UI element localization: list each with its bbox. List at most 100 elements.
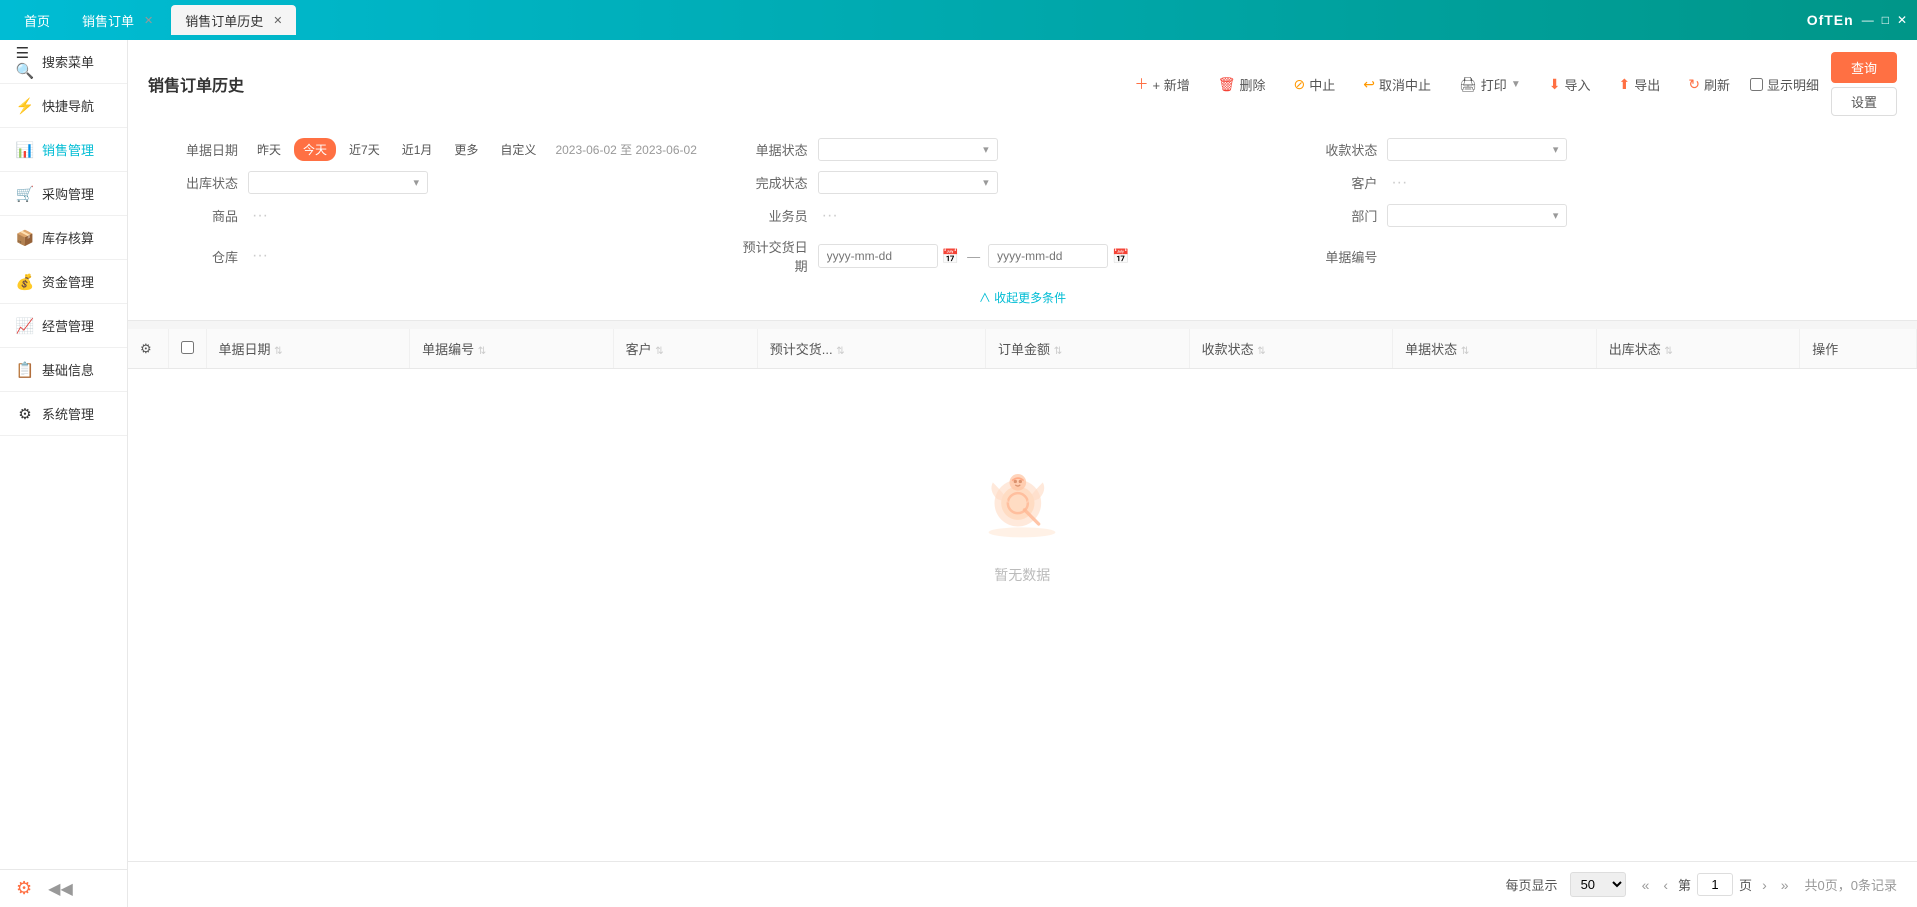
- tab-sales-order-history[interactable]: 销售订单历史 ✕: [171, 5, 296, 35]
- voucher-status-control: ▾: [818, 138, 1308, 161]
- expected-date-control: 📅 — 📅: [818, 244, 1308, 268]
- sidebar-collapse-icon[interactable]: ◀◀: [48, 879, 73, 899]
- date-btn-more[interactable]: 更多: [445, 138, 487, 161]
- toolbar: ＋ + 新增 🗑 删除 ⊘ 中止 ↩ 取消中止: [1127, 52, 1898, 116]
- sidebar-item-finance[interactable]: 💰 资金管理: [0, 260, 127, 304]
- calendar-icon-to[interactable]: 📅: [1112, 248, 1129, 265]
- tab-sales-order-close[interactable]: ✕: [144, 14, 153, 27]
- next-page-btn[interactable]: ›: [1758, 875, 1771, 895]
- warehouse-control: ···: [248, 247, 738, 265]
- show-detail-checkbox-area[interactable]: 显示明细: [1750, 75, 1819, 94]
- th-customer[interactable]: 客户 ⇅: [613, 329, 757, 369]
- last-page-btn[interactable]: »: [1777, 875, 1793, 895]
- refresh-icon: ↻: [1688, 76, 1700, 93]
- th-gear[interactable]: ⚙: [128, 329, 168, 369]
- product-control: ···: [248, 207, 738, 225]
- sidebar-item-basic-info[interactable]: 📋 基础信息: [0, 348, 127, 392]
- cancel-stop-button[interactable]: ↩ 取消中止: [1355, 71, 1439, 98]
- export-button[interactable]: ⬆ 导出: [1610, 71, 1668, 98]
- product-ellipsis[interactable]: ···: [248, 207, 272, 225]
- sidebar-item-purchase[interactable]: 🛒 采购管理: [0, 172, 127, 216]
- per-page-select[interactable]: 50 10 20 100: [1570, 872, 1626, 897]
- date-range-text: 2023-06-02 至 2023-06-02: [555, 141, 696, 158]
- sidebar-settings-icon[interactable]: ⚙: [16, 878, 32, 899]
- collapse-label: ∧ 收起更多条件: [979, 291, 1066, 305]
- date-btn-last1m[interactable]: 近1月: [393, 138, 442, 161]
- import-icon: ⬇: [1549, 76, 1561, 93]
- page-label: 第: [1678, 875, 1691, 894]
- refresh-button[interactable]: ↻ 刷新: [1680, 71, 1738, 98]
- table-area: ⚙ 单据日期 ⇅ 单据编号 ⇅ 客户 ⇅: [128, 329, 1917, 861]
- tab-sales-order[interactable]: 销售订单 ✕: [68, 5, 167, 35]
- sidebar-item-search-menu[interactable]: ☰🔍 搜索菜单: [0, 40, 127, 84]
- date-btn-yesterday[interactable]: 昨天: [248, 138, 290, 161]
- complete-status-select[interactable]: ▾: [818, 171, 998, 194]
- customer-ellipsis[interactable]: ···: [1387, 174, 1411, 192]
- expected-date-to[interactable]: [988, 244, 1108, 268]
- th-date[interactable]: 单据日期 ⇅: [206, 329, 410, 369]
- out-status-control: ▾: [248, 171, 738, 194]
- sidebar-item-sales[interactable]: 📊 销售管理: [0, 128, 127, 172]
- sidebar-item-system[interactable]: ⚙ 系统管理: [0, 392, 127, 436]
- select-all-checkbox[interactable]: [181, 341, 194, 354]
- print-icon: 🖨: [1459, 76, 1477, 93]
- receipt-status-select[interactable]: ▾: [1387, 138, 1567, 161]
- date-btn-last7[interactable]: 近7天: [340, 138, 389, 161]
- sidebar-item-system-label: 系统管理: [42, 404, 94, 423]
- prev-page-btn[interactable]: ‹: [1659, 875, 1672, 895]
- print-chevron: ▼: [1511, 79, 1521, 90]
- th-amount[interactable]: 订单金额 ⇅: [986, 329, 1190, 369]
- sidebar-item-inventory-label: 库存核算: [42, 228, 94, 247]
- sort-expected-icon: ⇅: [836, 346, 844, 357]
- print-button[interactable]: 🖨 打印 ▼: [1451, 71, 1529, 98]
- customer-label: 客户: [1307, 173, 1387, 192]
- sidebar-item-inventory[interactable]: 📦 库存核算: [0, 216, 127, 260]
- stop-button[interactable]: ⊘ 中止: [1286, 71, 1344, 98]
- complete-status-control: ▾: [818, 171, 1308, 194]
- th-voucher-status[interactable]: 单据状态 ⇅: [1393, 329, 1597, 369]
- finance-icon: 💰: [16, 273, 34, 291]
- close-btn[interactable]: ✕: [1897, 13, 1907, 27]
- page-footer: 每页显示 50 10 20 100 « ‹ 第 页 › » 共0页，0条记录: [128, 861, 1917, 907]
- maximize-btn[interactable]: □: [1882, 13, 1889, 27]
- department-select[interactable]: ▾: [1387, 204, 1567, 227]
- minimize-btn[interactable]: —: [1862, 13, 1874, 27]
- date-btn-today[interactable]: 今天: [294, 138, 336, 161]
- new-button[interactable]: ＋ + 新增: [1127, 70, 1198, 98]
- voucher-status-select[interactable]: ▾: [818, 138, 998, 161]
- expected-date-from[interactable]: [818, 244, 938, 268]
- warehouse-label: 仓库: [168, 247, 248, 266]
- page-input[interactable]: [1697, 873, 1733, 896]
- warehouse-ellipsis[interactable]: ···: [248, 247, 272, 265]
- sort-amount-icon: ⇅: [1054, 346, 1062, 357]
- query-setting-group: 查询 设置: [1831, 52, 1897, 116]
- th-out-status[interactable]: 出库状态 ⇅: [1596, 329, 1800, 369]
- sidebar-item-quick-nav[interactable]: ⚡ 快捷导航: [0, 84, 127, 128]
- setting-button[interactable]: 设置: [1831, 87, 1897, 116]
- salesperson-ellipsis[interactable]: ···: [818, 207, 842, 225]
- date-btn-custom[interactable]: 自定义: [491, 138, 545, 161]
- delete-button[interactable]: 🗑 删除: [1210, 71, 1274, 98]
- date-filter-control: 昨天 今天 近7天 近1月 更多 自定义 2023-06-02 至 2023-0…: [248, 138, 738, 161]
- sort-no-icon: ⇅: [478, 346, 486, 357]
- basic-info-icon: 📋: [16, 361, 34, 379]
- sidebar-item-operations[interactable]: 📈 经营管理: [0, 304, 127, 348]
- calendar-icon-from[interactable]: 📅: [942, 248, 959, 265]
- sales-icon: 📊: [16, 141, 34, 159]
- product-label: 商品: [168, 206, 248, 225]
- show-detail-checkbox[interactable]: [1750, 78, 1763, 91]
- first-page-btn[interactable]: «: [1638, 875, 1654, 895]
- collapse-row[interactable]: ∧ 收起更多条件: [168, 285, 1877, 310]
- th-expected[interactable]: 预计交货... ⇅: [757, 329, 985, 369]
- tab-sales-order-history-close[interactable]: ✕: [273, 14, 282, 27]
- search-menu-icon: ☰🔍: [16, 53, 34, 71]
- th-no[interactable]: 单据编号 ⇅: [410, 329, 614, 369]
- query-button[interactable]: 查询: [1831, 52, 1897, 83]
- complete-status-chevron: ▾: [983, 176, 989, 189]
- operations-icon: 📈: [16, 317, 34, 335]
- import-button[interactable]: ⬇ 导入: [1541, 71, 1599, 98]
- th-check[interactable]: [168, 329, 206, 369]
- tab-home[interactable]: 首页: [10, 5, 64, 35]
- th-receipt-status[interactable]: 收款状态 ⇅: [1189, 329, 1393, 369]
- out-status-select[interactable]: ▾: [248, 171, 428, 194]
